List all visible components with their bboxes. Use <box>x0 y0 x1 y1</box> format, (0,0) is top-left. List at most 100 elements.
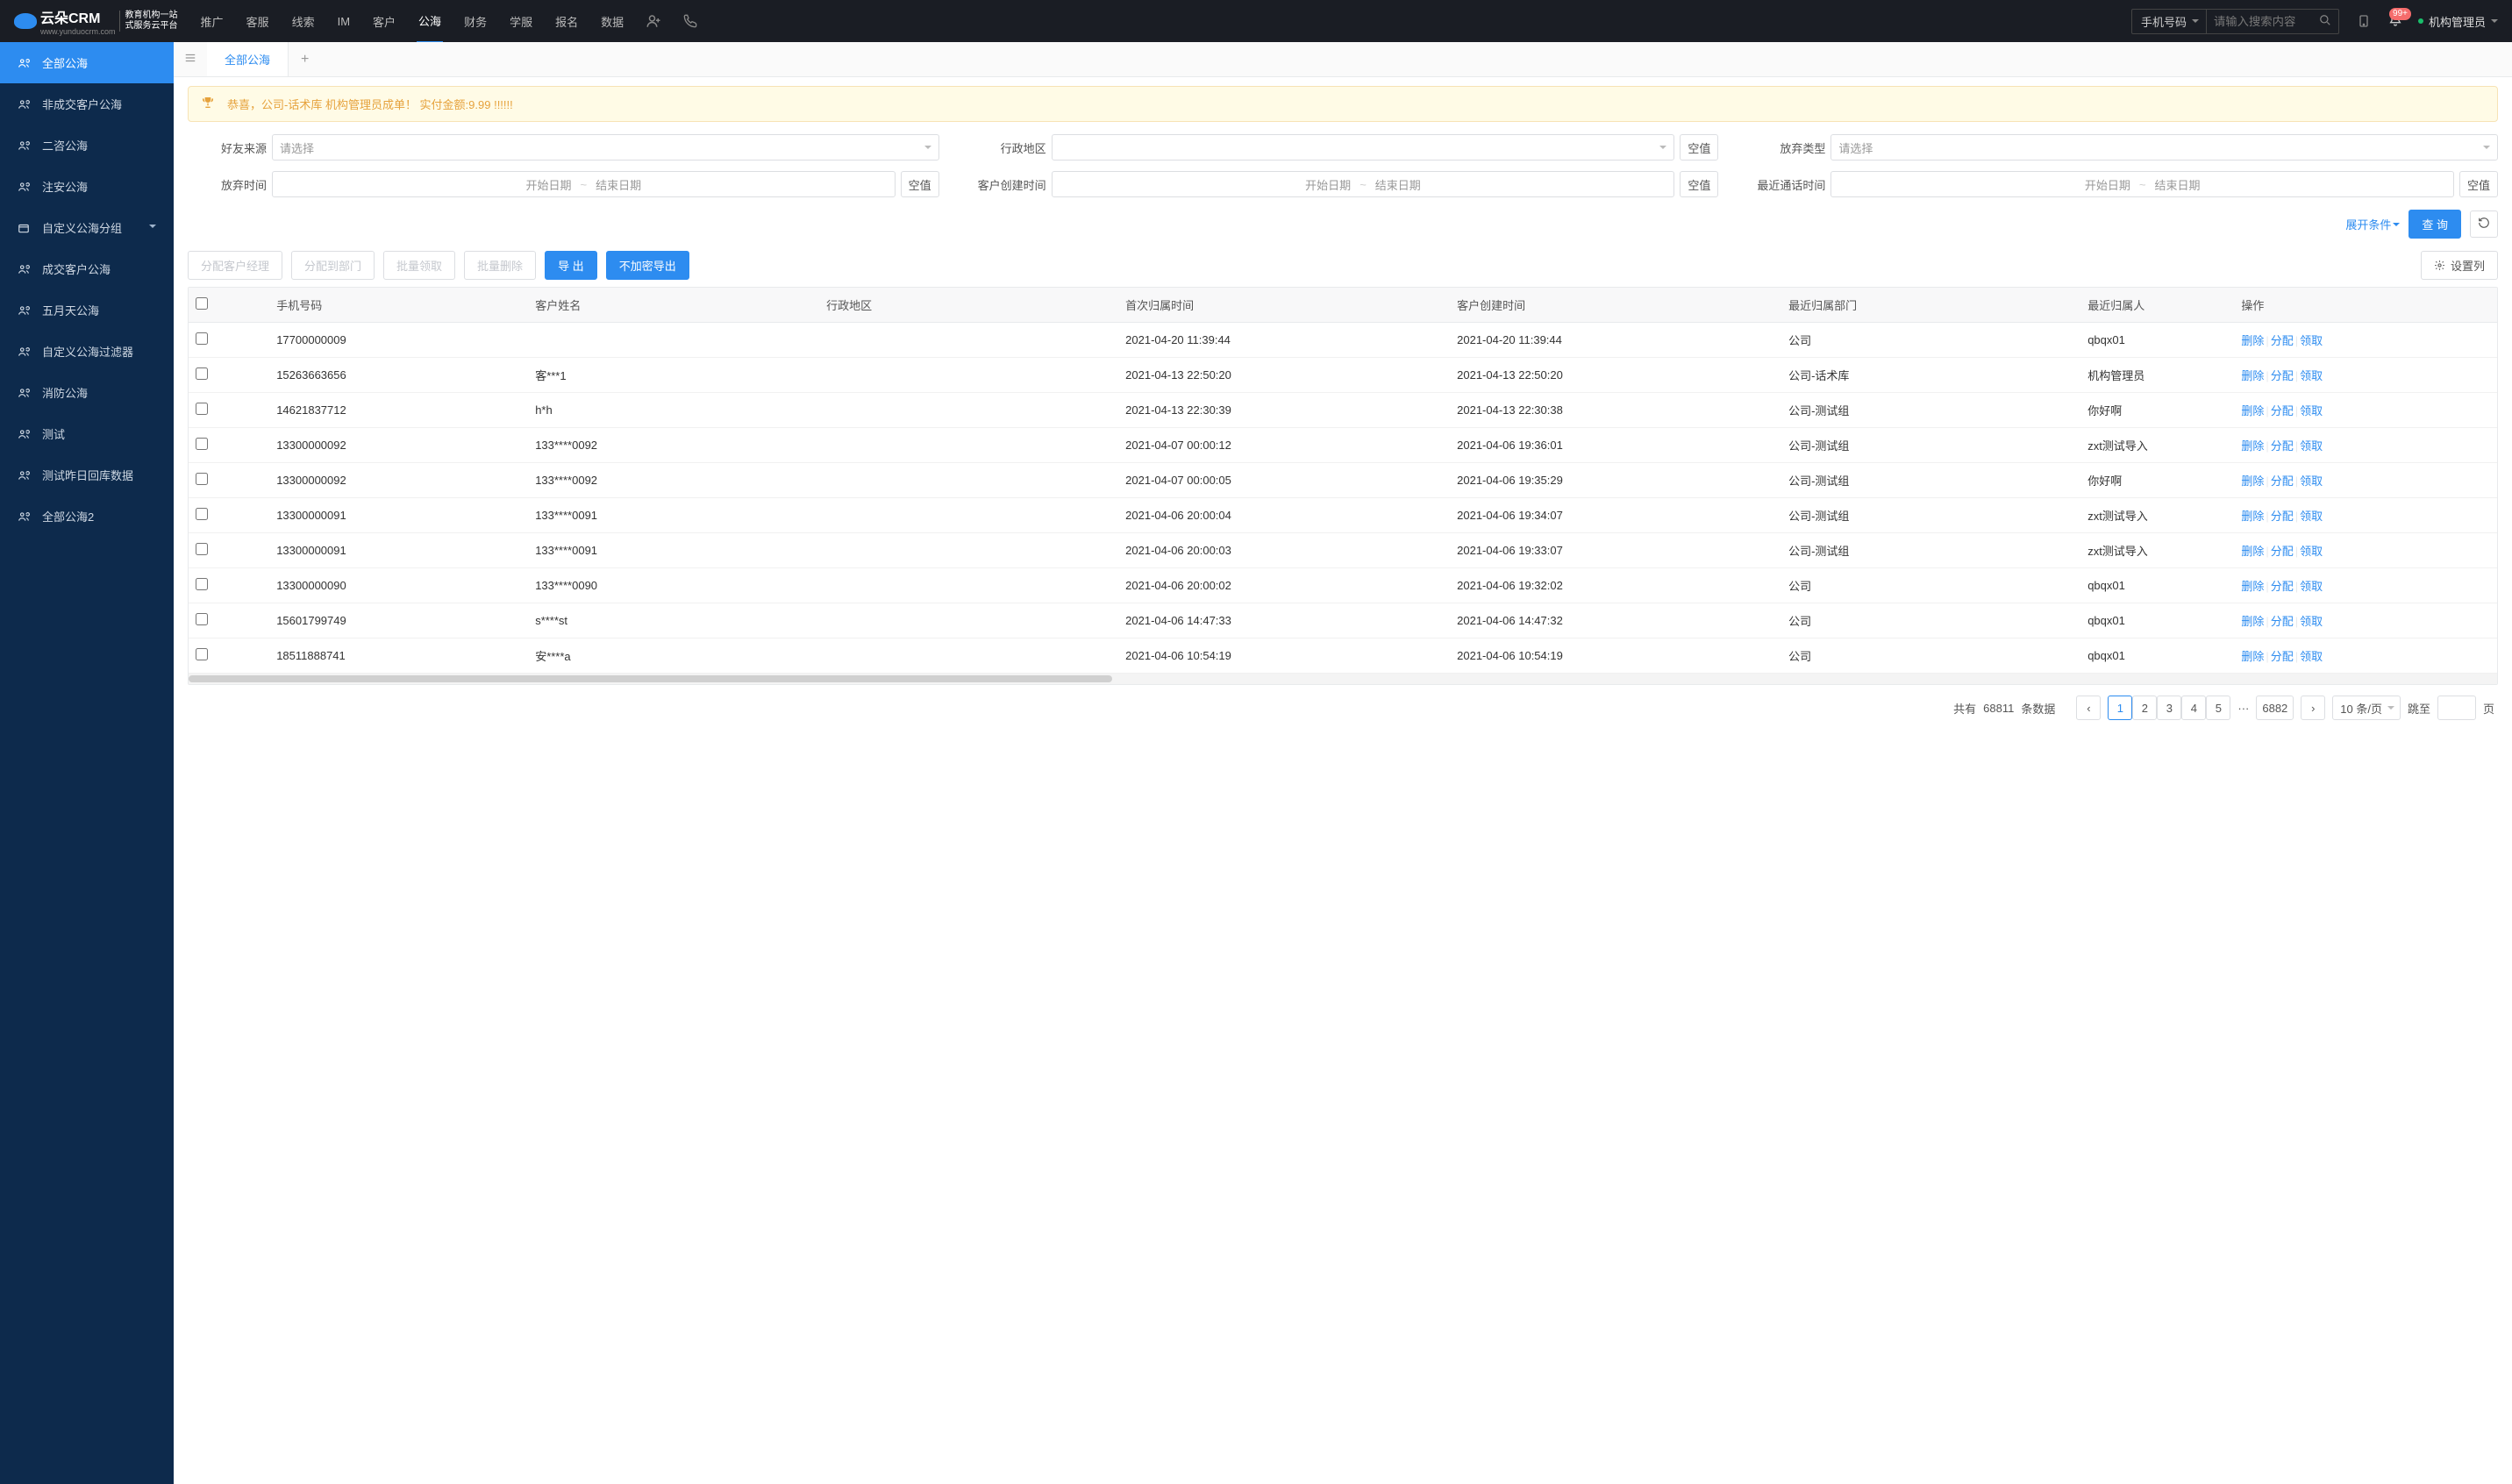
row-checkbox[interactable] <box>196 508 208 520</box>
topnav-item-5[interactable]: 公海 <box>417 0 443 43</box>
query-button[interactable]: 查 询 <box>2409 210 2461 239</box>
phone-icon[interactable] <box>682 12 699 30</box>
sidebar-item-1[interactable]: 非成交客户公海 <box>0 83 174 125</box>
row-assign-link[interactable]: 分配 <box>2271 474 2294 488</box>
row-delete-link[interactable]: 删除 <box>2241 510 2264 523</box>
sidebar-item-10[interactable]: 测试昨日回库数据 <box>0 454 174 496</box>
page-5[interactable]: 5 <box>2206 696 2230 720</box>
page-3[interactable]: 3 <box>2157 696 2181 720</box>
row-delete-link[interactable]: 删除 <box>2241 580 2264 593</box>
row-delete-link[interactable]: 删除 <box>2241 615 2264 628</box>
logo[interactable]: 云朵CRM www.yunduocrm.com 教育机构一站式服务云平台 <box>14 6 178 36</box>
filter-create-time-null[interactable]: 空值 <box>1680 171 1718 197</box>
row-delete-link[interactable]: 删除 <box>2241 545 2264 558</box>
topnav-item-4[interactable]: 客户 <box>371 1 397 42</box>
topnav-item-0[interactable]: 推广 <box>199 1 225 42</box>
sidebar-item-3[interactable]: 注安公海 <box>0 166 174 207</box>
row-checkbox[interactable] <box>196 578 208 590</box>
filter-create-time-range[interactable]: 开始日期~结束日期 <box>1052 171 1675 197</box>
page-next[interactable]: › <box>2301 696 2325 720</box>
row-assign-link[interactable]: 分配 <box>2271 404 2294 417</box>
select-all-checkbox[interactable] <box>196 297 208 310</box>
user-menu[interactable]: 机构管理员 <box>2418 13 2498 30</box>
sidebar-item-2[interactable]: 二咨公海 <box>0 125 174 166</box>
row-assign-link[interactable]: 分配 <box>2271 334 2294 347</box>
user-add-icon[interactable] <box>645 12 662 30</box>
row-checkbox[interactable] <box>196 332 208 345</box>
row-assign-link[interactable]: 分配 <box>2271 545 2294 558</box>
row-claim-link[interactable]: 领取 <box>2300 615 2323 628</box>
search-type-select[interactable]: 手机号码 <box>2132 10 2207 33</box>
row-checkbox[interactable] <box>196 438 208 450</box>
filter-source-select[interactable]: 请选择 <box>272 134 939 161</box>
row-checkbox[interactable] <box>196 473 208 485</box>
topnav-item-3[interactable]: IM <box>336 3 352 40</box>
page-prev[interactable]: ‹ <box>2076 696 2101 720</box>
sidebar-item-5[interactable]: 成交客户公海 <box>0 248 174 289</box>
device-icon[interactable] <box>2355 12 2373 30</box>
horizontal-scrollbar[interactable] <box>189 674 2497 684</box>
row-delete-link[interactable]: 删除 <box>2241 334 2264 347</box>
row-claim-link[interactable]: 领取 <box>2300 545 2323 558</box>
batch-delete-button[interactable]: 批量删除 <box>464 251 536 280</box>
expand-filters-link[interactable]: 展开条件 <box>2345 216 2400 232</box>
row-assign-link[interactable]: 分配 <box>2271 510 2294 523</box>
row-checkbox[interactable] <box>196 403 208 415</box>
assign-dept-button[interactable]: 分配到部门 <box>291 251 375 280</box>
page-jump-input[interactable] <box>2437 696 2476 720</box>
row-claim-link[interactable]: 领取 <box>2300 404 2323 417</box>
row-assign-link[interactable]: 分配 <box>2271 580 2294 593</box>
topnav-item-6[interactable]: 财务 <box>462 1 489 42</box>
row-delete-link[interactable]: 删除 <box>2241 650 2264 663</box>
row-assign-link[interactable]: 分配 <box>2271 650 2294 663</box>
export-button[interactable]: 导 出 <box>545 251 597 280</box>
sidebar-item-11[interactable]: 全部公海2 <box>0 496 174 537</box>
notifications[interactable]: 99+ <box>2388 13 2402 30</box>
topnav-item-8[interactable]: 报名 <box>553 1 580 42</box>
row-claim-link[interactable]: 领取 <box>2300 580 2323 593</box>
export-plain-button[interactable]: 不加密导出 <box>606 251 689 280</box>
filter-abandon-type-select[interactable]: 请选择 <box>1830 134 2498 161</box>
batch-claim-button[interactable]: 批量领取 <box>383 251 455 280</box>
row-assign-link[interactable]: 分配 <box>2271 615 2294 628</box>
scrollbar-thumb[interactable] <box>189 675 1112 682</box>
search-input[interactable] <box>2207 11 2312 32</box>
row-claim-link[interactable]: 领取 <box>2300 474 2323 488</box>
topnav-item-7[interactable]: 学服 <box>508 1 534 42</box>
row-delete-link[interactable]: 删除 <box>2241 474 2264 488</box>
filter-region-null[interactable]: 空值 <box>1680 134 1718 161</box>
filter-abandon-time-range[interactable]: 开始日期~结束日期 <box>272 171 896 197</box>
row-checkbox[interactable] <box>196 613 208 625</box>
add-tab-button[interactable]: + <box>289 52 321 68</box>
row-checkbox[interactable] <box>196 648 208 660</box>
topnav-item-9[interactable]: 数据 <box>599 1 625 42</box>
sidebar-item-4[interactable]: 自定义公海分组 <box>0 207 174 248</box>
filter-last-call-range[interactable]: 开始日期~结束日期 <box>1830 171 2454 197</box>
topnav-item-1[interactable]: 客服 <box>245 1 271 42</box>
row-delete-link[interactable]: 删除 <box>2241 439 2264 453</box>
row-checkbox[interactable] <box>196 543 208 555</box>
filter-region-select[interactable] <box>1052 134 1675 161</box>
sidebar-item-0[interactable]: 全部公海 <box>0 42 174 83</box>
page-1[interactable]: 1 <box>2108 696 2132 720</box>
sidebar-item-6[interactable]: 五月天公海 <box>0 289 174 331</box>
tab-all-public[interactable]: 全部公海 <box>207 42 289 76</box>
page-2[interactable]: 2 <box>2132 696 2157 720</box>
filter-last-call-null[interactable]: 空值 <box>2459 171 2498 197</box>
page-4[interactable]: 4 <box>2181 696 2206 720</box>
collapse-sidebar-button[interactable] <box>174 52 207 67</box>
sidebar-item-8[interactable]: 消防公海 <box>0 372 174 413</box>
row-assign-link[interactable]: 分配 <box>2271 439 2294 453</box>
row-claim-link[interactable]: 领取 <box>2300 334 2323 347</box>
search-button[interactable] <box>2312 14 2338 29</box>
sidebar-item-9[interactable]: 测试 <box>0 413 174 454</box>
reset-button[interactable] <box>2470 210 2498 238</box>
page-last[interactable]: 6882 <box>2256 696 2294 720</box>
row-claim-link[interactable]: 领取 <box>2300 369 2323 382</box>
row-assign-link[interactable]: 分配 <box>2271 369 2294 382</box>
topnav-item-2[interactable]: 线索 <box>290 1 317 42</box>
row-delete-link[interactable]: 删除 <box>2241 369 2264 382</box>
row-claim-link[interactable]: 领取 <box>2300 510 2323 523</box>
row-claim-link[interactable]: 领取 <box>2300 650 2323 663</box>
page-size-select[interactable]: 10 条/页 <box>2332 696 2401 720</box>
